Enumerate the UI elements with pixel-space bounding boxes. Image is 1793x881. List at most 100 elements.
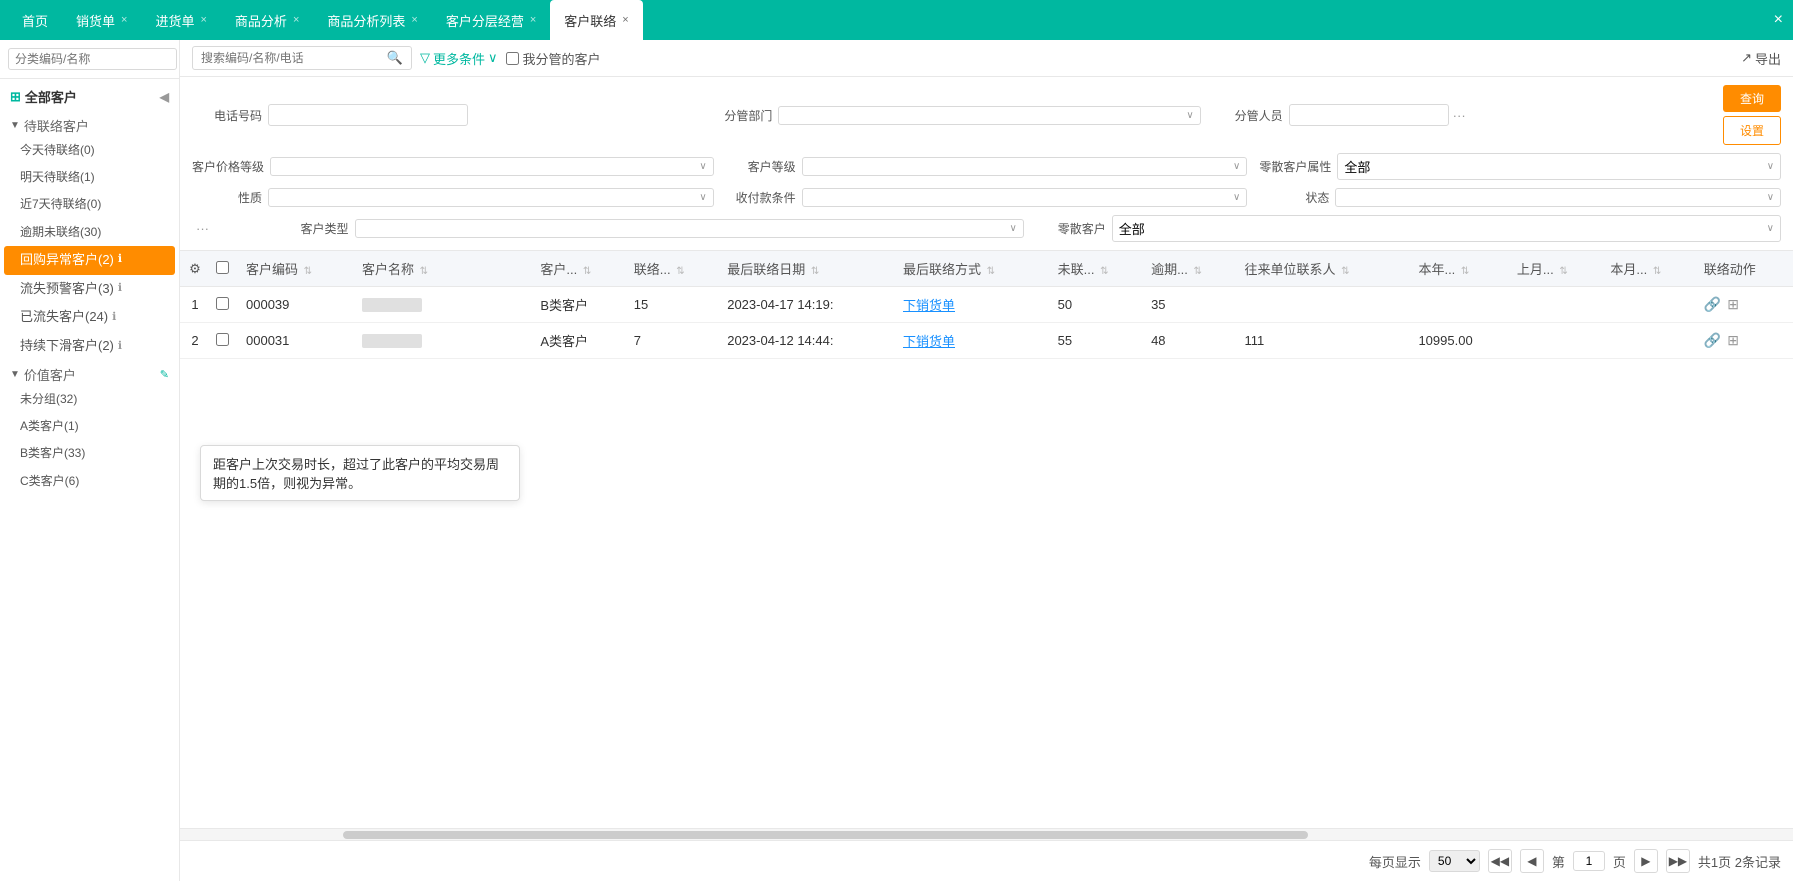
sidebar-item-class-a[interactable]: A类客户(1) [0, 413, 179, 440]
method-sort-icon[interactable]: ⇅ [987, 266, 995, 277]
row2-grid-icon[interactable]: ⊞ [1727, 332, 1739, 349]
select-all-checkbox[interactable] [216, 261, 229, 274]
last-month-sort-icon[interactable]: ⇅ [1559, 266, 1567, 277]
sidebar-item-churn-warning[interactable]: 流失预警客户(3) ℹ [0, 275, 179, 304]
nav-product-analysis-list[interactable]: 商品分析列表 × [313, 0, 431, 40]
per-page-select[interactable]: 50 20 100 200 [1429, 850, 1480, 872]
info-icon-3[interactable]: ℹ [112, 309, 116, 327]
year-sort-icon[interactable]: ⇅ [1461, 266, 1469, 277]
close-product-analysis-icon[interactable]: × [293, 14, 299, 26]
row2-select-checkbox[interactable] [216, 333, 229, 346]
payment-select[interactable]: ∨ [802, 188, 1248, 207]
row1-last-method[interactable]: 下销货单 [897, 287, 1052, 323]
scattered-attr-select[interactable]: 全部 ∨ [1337, 153, 1781, 180]
all-customers-header[interactable]: ⊞ 全部客户 ◀ [0, 79, 179, 112]
pg-prev-btn[interactable]: ◀ [1520, 849, 1544, 873]
sidebar-search-input[interactable] [8, 48, 177, 70]
sidebar-item-today-pending[interactable]: 今天待联络(0) [0, 137, 179, 164]
person-input[interactable] [1289, 104, 1449, 126]
pending-contact-group[interactable]: ▼ 待联络客户 [0, 112, 179, 137]
contact-sort-icon[interactable]: ⇅ [676, 266, 684, 277]
company-sort-icon[interactable]: ⇅ [1341, 266, 1349, 277]
row1-select-checkbox[interactable] [216, 297, 229, 310]
nav-customer-tier[interactable]: 客户分层经营 × [432, 0, 550, 40]
customer-level-dropdown-icon: ∨ [1233, 161, 1240, 172]
query-button[interactable]: 查询 [1723, 85, 1781, 112]
close-purchase-order-icon[interactable]: × [200, 14, 206, 26]
nav-product-analysis[interactable]: 商品分析 × [221, 0, 313, 40]
more-filter-dots[interactable]: ··· [192, 221, 213, 236]
row2-link-icon[interactable]: 🔗 [1704, 332, 1721, 349]
window-close-icon[interactable]: × [1774, 11, 1783, 29]
sidebar-item-overdue-not-contact[interactable]: 逾期未联络(30) [0, 219, 179, 246]
table-wrapper[interactable]: ⚙ 客户编码 ⇅ 客户名称 ⇅ [180, 251, 1793, 828]
nav-sales-order[interactable]: 销货单 × [62, 0, 141, 40]
row2-company-contact: 111 [1239, 323, 1413, 359]
filter-row-1: 电话号码 分管部门 ∨ 分管人员 ··· 查询 设置 [192, 85, 1781, 145]
sidebar-item-declining[interactable]: 持续下滑客户(2) ℹ [0, 332, 179, 361]
nav-home[interactable]: 首页 [8, 0, 62, 40]
scattered-customer-select[interactable]: 全部 ∨ [1112, 215, 1781, 242]
this-month-sort-icon[interactable]: ⇅ [1653, 266, 1661, 277]
settings-button[interactable]: 设置 [1723, 116, 1781, 145]
value-customer-group[interactable]: ▼ 价值客户 ✎ [0, 361, 179, 386]
filter-row-4: ··· 客户类型 ∨ 零散客户 全部 ∨ [192, 215, 1781, 242]
sidebar-item-class-c[interactable]: C类客户(6) [0, 468, 179, 495]
close-customer-tier-icon[interactable]: × [530, 14, 536, 26]
sidebar-item-7days-pending[interactable]: 近7天待联络(0) [0, 191, 179, 218]
sidebar-item-ungrouped[interactable]: 未分组(32) [0, 386, 179, 413]
nav-purchase-order[interactable]: 进货单 × [141, 0, 220, 40]
tooltip-box: 距客户上次交易时长，超过了此客户的平均交易周期的1.5倍，则视为异常。 [200, 445, 520, 501]
main-search-input[interactable] [201, 51, 387, 65]
export-button[interactable]: ↗ 导出 [1741, 49, 1781, 68]
customer-type-select[interactable]: ∨ [355, 219, 1024, 238]
settings-icon[interactable]: ⚙ [189, 261, 201, 276]
overdue-sort-icon[interactable]: ⇅ [1194, 266, 1202, 277]
price-level-select[interactable]: ∨ [270, 157, 714, 176]
payment-dropdown-icon: ∨ [1233, 192, 1240, 203]
name-sort-icon[interactable]: ⇅ [420, 266, 428, 277]
my-customer-checkbox[interactable] [506, 52, 519, 65]
not-contact-sort-icon[interactable]: ⇅ [1100, 266, 1108, 277]
nav-customer-contact[interactable]: 客户联络 × [550, 0, 642, 40]
sidebar-item-abnormal-repurchase[interactable]: 回购异常客户(2) ℹ [4, 246, 175, 275]
date-sort-icon[interactable]: ⇅ [811, 266, 819, 277]
type-sort-icon[interactable]: ⇅ [583, 266, 591, 277]
row1-grid-icon[interactable]: ⊞ [1727, 296, 1739, 313]
code-sort-icon[interactable]: ⇅ [304, 266, 312, 277]
customer-level-select[interactable]: ∨ [802, 157, 1248, 176]
more-filters-btn[interactable]: ▽ 更多条件 ∨ [420, 49, 498, 68]
close-sales-order-icon[interactable]: × [121, 14, 127, 26]
person-dots-btn[interactable]: ··· [1449, 108, 1470, 123]
close-product-analysis-list-icon[interactable]: × [411, 14, 417, 26]
sidebar-item-tomorrow-pending[interactable]: 明天待联络(1) [0, 164, 179, 191]
phone-input[interactable] [268, 104, 468, 126]
row2-last-method[interactable]: 下销货单 [897, 323, 1052, 359]
th-settings[interactable]: ⚙ [180, 251, 210, 287]
export-icon: ↗ [1741, 50, 1752, 66]
main-search-icon[interactable]: 🔍 [387, 50, 403, 66]
scrollbar-thumb[interactable] [343, 831, 1308, 839]
pg-next-btn[interactable]: ▶ [1634, 849, 1658, 873]
pg-last-btn[interactable]: ▶▶ [1666, 849, 1690, 873]
row1-link-icon[interactable]: 🔗 [1704, 296, 1721, 313]
edit-icon[interactable]: ✎ [160, 368, 169, 381]
nature-select[interactable]: ∨ [268, 188, 714, 207]
scattered-attr-label: 零散客户属性 [1259, 158, 1331, 175]
close-customer-contact-icon[interactable]: × [622, 14, 628, 26]
sidebar-item-class-b[interactable]: B类客户(33) [0, 440, 179, 467]
info-icon[interactable]: ℹ [118, 251, 122, 269]
row1-code: 000039 [240, 287, 356, 323]
info-icon-4[interactable]: ℹ [118, 338, 122, 356]
sidebar-collapse-btn[interactable]: ◀ [160, 90, 169, 104]
status-select[interactable]: ∨ [1335, 188, 1781, 207]
sidebar-item-churned[interactable]: 已流失客户(24) ℹ [0, 303, 179, 332]
dept-select[interactable]: ∨ [778, 106, 1200, 125]
horizontal-scrollbar[interactable] [180, 828, 1793, 840]
info-icon-2[interactable]: ℹ [118, 280, 122, 298]
content-area: 🔍 ▽ 更多条件 ∨ 我分管的客户 ↗ 导出 电话号码 [180, 40, 1793, 881]
pg-first-btn[interactable]: ◀◀ [1488, 849, 1512, 873]
page-input[interactable] [1573, 851, 1605, 871]
dept-field: 分管部门 ∨ [702, 106, 1200, 125]
row1-last-month [1511, 287, 1604, 323]
